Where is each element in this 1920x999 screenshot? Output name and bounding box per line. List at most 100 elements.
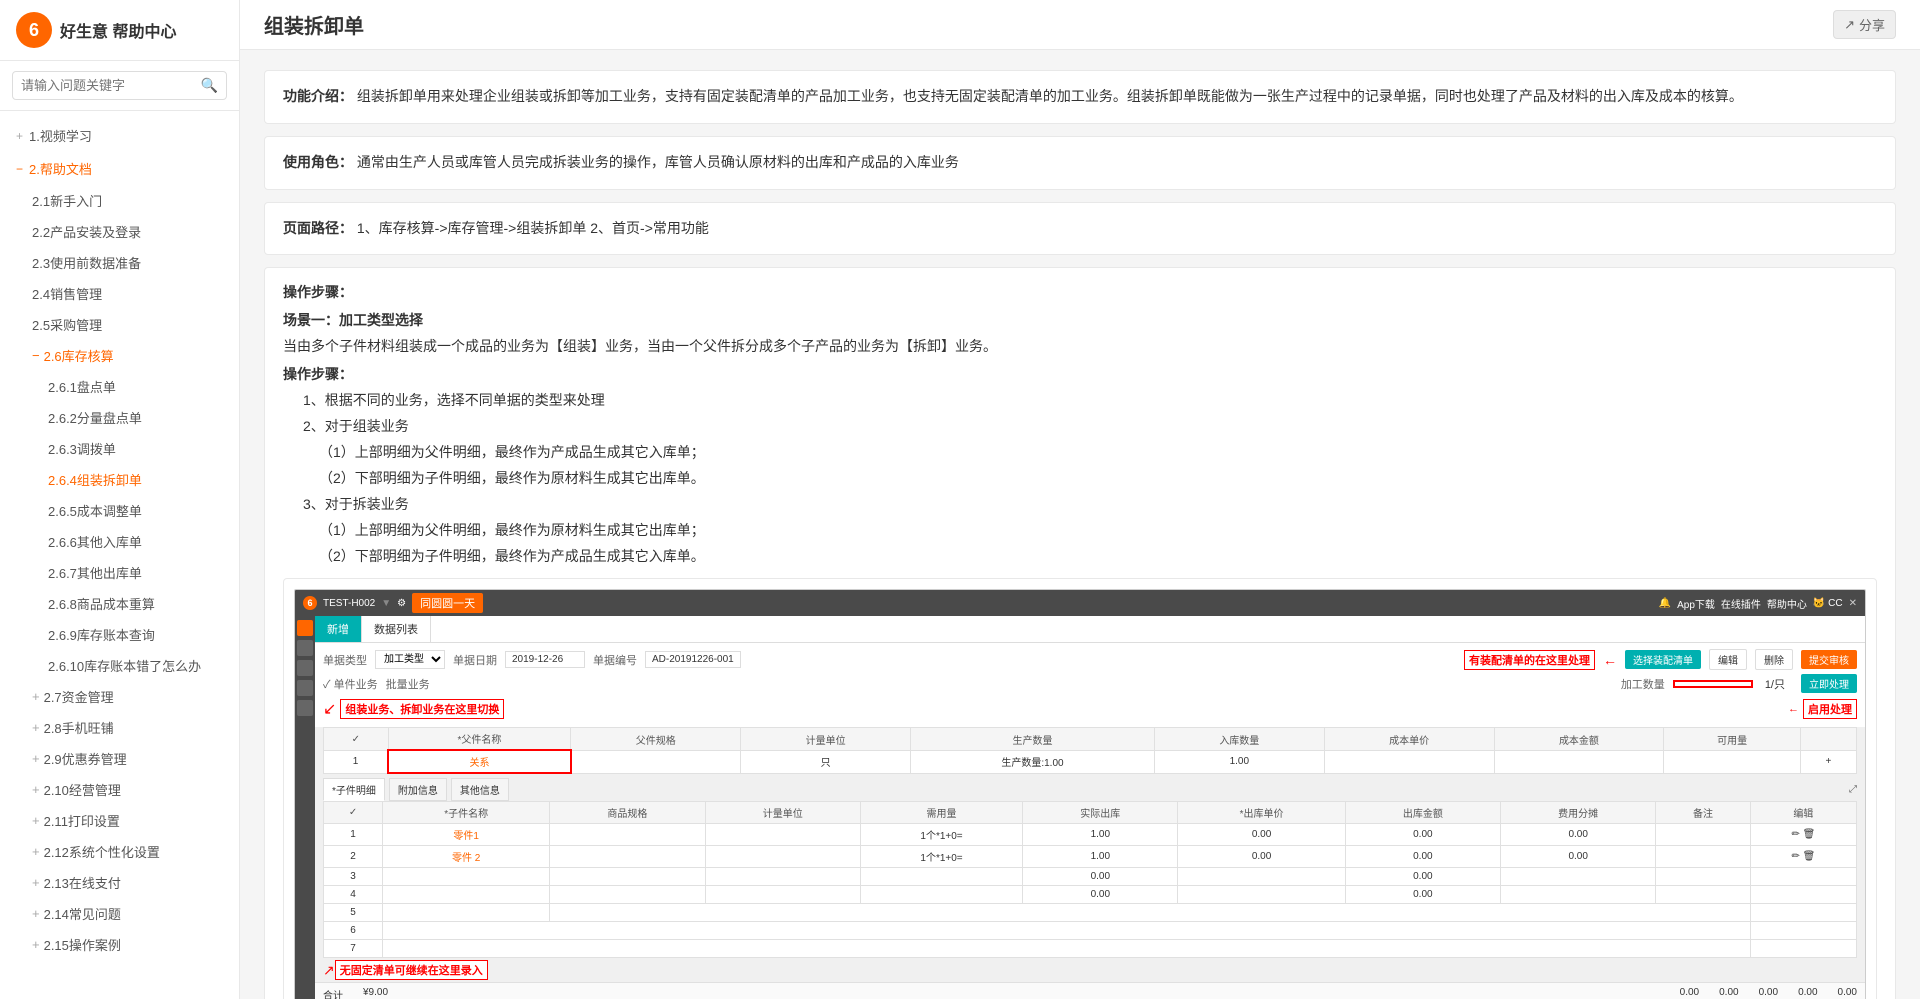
- nav-item-23[interactable]: 2.3使用前数据准备: [0, 247, 239, 278]
- role-label: 使用角色：: [283, 154, 353, 170]
- mock-lower-td-num1: 1: [324, 824, 383, 846]
- nav-item-268[interactable]: 2.6.8商品成本重算: [0, 588, 239, 619]
- mock-td-name[interactable]: 关系: [388, 750, 571, 773]
- mock-lower-tabs-row: *子件明细 附加信息 其他信息 ⤢: [315, 778, 1865, 801]
- page-title: 组装拆卸单: [264, 10, 364, 39]
- mock-lower-td-sku1: [550, 824, 705, 846]
- nav-item-263[interactable]: 2.6.3调拨单: [0, 433, 239, 464]
- mock-tab-other[interactable]: 其他信息: [451, 778, 509, 801]
- nav-item-27[interactable]: + 2.7资金管理: [0, 681, 239, 712]
- content-area: 功能介绍： 组装拆卸单用来处理企业组装或拆卸等加工业务，支持有固定装配清单的产品…: [240, 50, 1920, 999]
- nav-item-help-docs[interactable]: − 2.帮助文档: [0, 152, 239, 185]
- nav-item-212[interactable]: + 2.12系统个性化设置: [0, 836, 239, 867]
- mock-btn-submit[interactable]: 提交审核: [1801, 650, 1857, 669]
- mock-footer: 合计 ¥9.00 0.00 0.00 0.00 0.00 0.00: [315, 982, 1865, 999]
- search-input[interactable]: [21, 78, 201, 93]
- nav-item-28[interactable]: + 2.8手机旺铺: [0, 712, 239, 743]
- mock-btn-select-bom[interactable]: 选择装配清单: [1625, 650, 1701, 669]
- nav-item-2610[interactable]: 2.6.10库存账本错了怎么办: [0, 650, 239, 681]
- nav-item-261[interactable]: 2.6.1盘点单: [0, 371, 239, 402]
- mock-label-batch: 批量业务: [386, 676, 430, 692]
- mock-label-type: 单据类型: [323, 652, 367, 668]
- nav-item-213[interactable]: + 2.13在线支付: [0, 867, 239, 898]
- mock-lower-td-name4: [383, 886, 550, 904]
- mock-form-row1: 单据类型 加工类型 单据日期 2019-12-26 单据编号 AD-201912…: [323, 649, 1857, 670]
- mock-left-sidebar: [295, 616, 315, 999]
- nav-item-21[interactable]: 2.1新手入门: [0, 185, 239, 216]
- mock-lower-td-price1: 0.00: [1178, 824, 1345, 846]
- mock-select-type[interactable]: 加工类型: [375, 650, 445, 669]
- nav-item-267[interactable]: 2.6.7其他出库单: [0, 557, 239, 588]
- nav-item-26[interactable]: − 2.6库存核算: [0, 340, 239, 371]
- mock-date-input[interactable]: 2019-12-26: [505, 651, 585, 668]
- mock-td-prod-qty: 生产数量:1.00: [911, 750, 1155, 773]
- search-box[interactable]: 🔍: [12, 71, 227, 100]
- mock-expand-icon[interactable]: ⤢: [1849, 784, 1857, 795]
- nav-item-24[interactable]: 2.4销售管理: [0, 278, 239, 309]
- mock-lower-table: ✓ *子件名称 商品规格 计量单位 需用量 实际出库 *出库单价 出库金额: [323, 801, 1857, 958]
- mock-qty-input[interactable]: [1673, 680, 1753, 688]
- mock-lower-td-memo4: [1656, 886, 1750, 904]
- mock-btn-edit[interactable]: 编辑: [1709, 649, 1747, 670]
- mock-lower-td-unit2: [705, 846, 860, 868]
- mock-tab-sub[interactable]: *子件明细: [323, 778, 385, 801]
- mock-side-icon4: [297, 680, 313, 696]
- nav-item-265[interactable]: 2.6.5成本调整单: [0, 495, 239, 526]
- mock-header-form: 单据类型 加工类型 单据日期 2019-12-26 单据编号 AD-201912…: [315, 643, 1865, 727]
- mock-tab-remark[interactable]: 附加信息: [389, 778, 447, 801]
- share-icon: ↗: [1844, 17, 1855, 33]
- nav-item-video[interactable]: + 1.视频学习: [0, 119, 239, 152]
- steps-subtitle: 操作步骤：: [283, 364, 1877, 384]
- nav-item-269[interactable]: 2.6.9库存账本查询: [0, 619, 239, 650]
- mock-lower-th-ops: 编辑: [1750, 802, 1856, 824]
- nav-item-210[interactable]: + 2.10经营管理: [0, 774, 239, 805]
- path-text: 1、库存核算->库存管理->组装拆卸单 2、首页->常用功能: [357, 220, 709, 236]
- mock-side-icon3: [297, 660, 313, 676]
- mock-close[interactable]: ✕: [1849, 598, 1857, 609]
- mock-lower-td-avail2: 0.00: [1501, 846, 1656, 868]
- nav-item-266[interactable]: 2.6.6其他入库单: [0, 526, 239, 557]
- path-block: 页面路径： 1、库存核算->库存管理->组装拆卸单 2、首页->常用功能: [264, 202, 1896, 256]
- mock-lower-td-ops1[interactable]: ✏ 🗑: [1750, 824, 1856, 846]
- search-icon[interactable]: 🔍: [201, 77, 218, 94]
- table-row: 4 0.00 0.00: [324, 886, 1857, 904]
- mock-lower-td-num7: 7: [324, 940, 383, 958]
- nav-item-264[interactable]: 2.6.4组装拆卸单: [0, 464, 239, 495]
- mock-tab-new[interactable]: 新增: [315, 616, 362, 642]
- nav-item-214[interactable]: + 2.14常见问题: [0, 898, 239, 929]
- step2: 2、对于组装业务: [303, 416, 1877, 436]
- mock-annotation-row2: ↙ 组装业务、拆卸业务在这里切换 ← 启用处理: [323, 697, 1857, 721]
- mock-td-amount: [1494, 750, 1664, 773]
- mock-lower-td-empty5: [550, 904, 1750, 922]
- mock-lower-td-name1[interactable]: 零件1: [383, 824, 550, 846]
- nav-item-262[interactable]: 2.6.2分量盘点单: [0, 402, 239, 433]
- mock-side-icon1: [297, 620, 313, 636]
- nav-item-22[interactable]: 2.2产品安装及登录: [0, 216, 239, 247]
- mock-lower-th-goods: *子件名称: [383, 802, 550, 824]
- mock-tab-list[interactable]: 数据列表: [362, 616, 431, 642]
- table-row: 7: [324, 940, 1857, 958]
- nav-item-25[interactable]: 2.5采购管理: [0, 309, 239, 340]
- mock-lower-td-name2[interactable]: 零件 2: [383, 846, 550, 868]
- mock-lower-td-amt3: 0.00: [1345, 868, 1500, 886]
- table-row: 5: [324, 904, 1857, 922]
- mock-btn-apply[interactable]: 立即处理: [1801, 674, 1857, 693]
- mock-td-btn[interactable]: +: [1800, 750, 1856, 773]
- mock-qty-unit: 1/只: [1765, 676, 1785, 692]
- mock-lower-td-price4: [1178, 886, 1345, 904]
- nav-item-29[interactable]: + 2.9优惠券管理: [0, 743, 239, 774]
- share-button[interactable]: ↗ 分享: [1833, 10, 1896, 39]
- nav-item-211[interactable]: + 2.11打印设置: [0, 805, 239, 836]
- nav-item-215[interactable]: + 2.15操作案例: [0, 929, 239, 960]
- mock-lower-td-ops2[interactable]: ✏ 🗑: [1750, 846, 1856, 868]
- mock-lower-td-need4: [860, 886, 1022, 904]
- mock-td-in-qty: 1.00: [1154, 750, 1324, 773]
- mock-lower-td-ops5: [1750, 904, 1856, 922]
- role-text: 通常由生产人员或库管人员完成拆装业务的操作，库管人员确认原材料的出库和产成品的入…: [357, 154, 959, 170]
- mock-docno-input[interactable]: AD-20191226-001: [645, 651, 741, 668]
- mock-btn-delete[interactable]: 删除: [1755, 649, 1793, 670]
- mock-td-spec: [571, 750, 741, 773]
- mock-lower-td-amt4: 0.00: [1345, 886, 1500, 904]
- mock-nav-btn[interactable]: 同圆圆一天: [412, 593, 483, 613]
- sidebar: 6 好生意 帮助中心 🔍 + 1.视频学习 − 2.帮助文档 2.1新手入门 2…: [0, 0, 240, 999]
